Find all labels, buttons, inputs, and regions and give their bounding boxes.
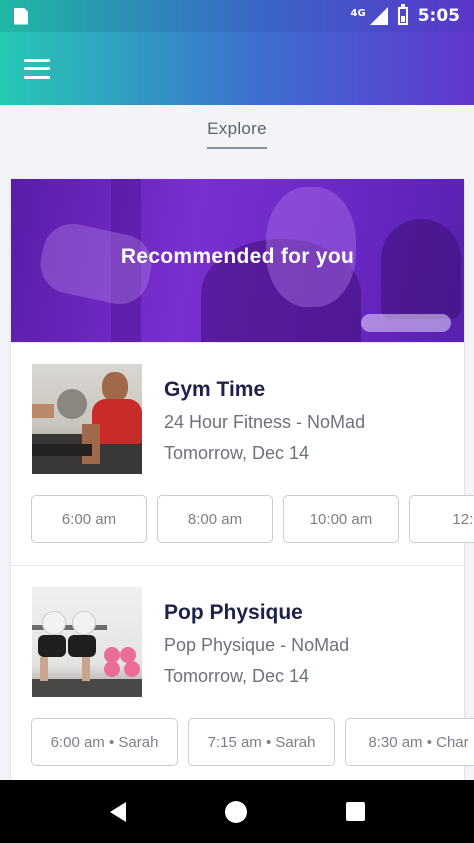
class-title: Pop Physique <box>164 601 303 624</box>
status-time: 5:05 <box>417 6 460 26</box>
network-type: 4G <box>350 7 366 19</box>
time-slot-button[interactable]: 8:30 am • Char <box>345 718 474 766</box>
status-bar: 4G 5:05 <box>0 0 474 32</box>
recommended-card: Recommended for you Gym Time 24 Hour Fit… <box>11 179 474 780</box>
class-studio: 24 Hour Fitness - NoMad <box>164 412 366 432</box>
class-thumbnail <box>32 587 142 697</box>
recommended-banner: Recommended for you <box>11 179 464 342</box>
time-slot-button[interactable]: 8:00 am <box>157 495 273 543</box>
recent-apps-icon[interactable] <box>345 802 365 821</box>
class-item[interactable]: Pop Physique Pop Physique - NoMad Tomorr… <box>11 565 474 780</box>
time-slot-button[interactable]: 10:00 am <box>283 495 399 543</box>
time-slot-button[interactable]: 6:00 am • Sarah <box>31 718 178 766</box>
sd-card-icon <box>14 7 28 25</box>
menu-icon[interactable] <box>24 58 50 79</box>
class-thumbnail <box>32 364 142 474</box>
time-slot-button[interactable]: 6:00 am <box>31 495 147 543</box>
time-slot-button[interactable]: 7:15 am • Sarah <box>188 718 335 766</box>
section-title: Recommended for you <box>120 245 355 268</box>
signal-icon <box>369 7 388 25</box>
tab-explore[interactable]: Explore <box>207 119 267 139</box>
home-icon[interactable] <box>224 800 247 823</box>
time-slot-button[interactable]: 12:0 <box>409 495 474 543</box>
tab-bar: Explore <box>0 105 474 179</box>
time-slots: 6:00 am 8:00 am 10:00 am 12:0 <box>31 495 474 543</box>
tab-indicator <box>207 147 267 149</box>
main-content: Explore Recommended for you Gym Time 24 … <box>0 105 474 780</box>
class-title: Gym Time <box>164 378 266 401</box>
time-slots: 6:00 am • Sarah 7:15 am • Sarah 8:30 am … <box>31 718 474 766</box>
class-studio: Pop Physique - NoMad <box>164 635 350 655</box>
class-date: Tomorrow, Dec 14 <box>164 666 310 686</box>
app-bar <box>0 32 474 105</box>
back-icon[interactable] <box>109 801 126 822</box>
class-date: Tomorrow, Dec 14 <box>164 443 310 463</box>
navigation-bar <box>0 780 474 843</box>
class-item[interactable]: Gym Time 24 Hour Fitness - NoMad Tomorro… <box>11 342 474 565</box>
battery-icon <box>397 4 408 25</box>
